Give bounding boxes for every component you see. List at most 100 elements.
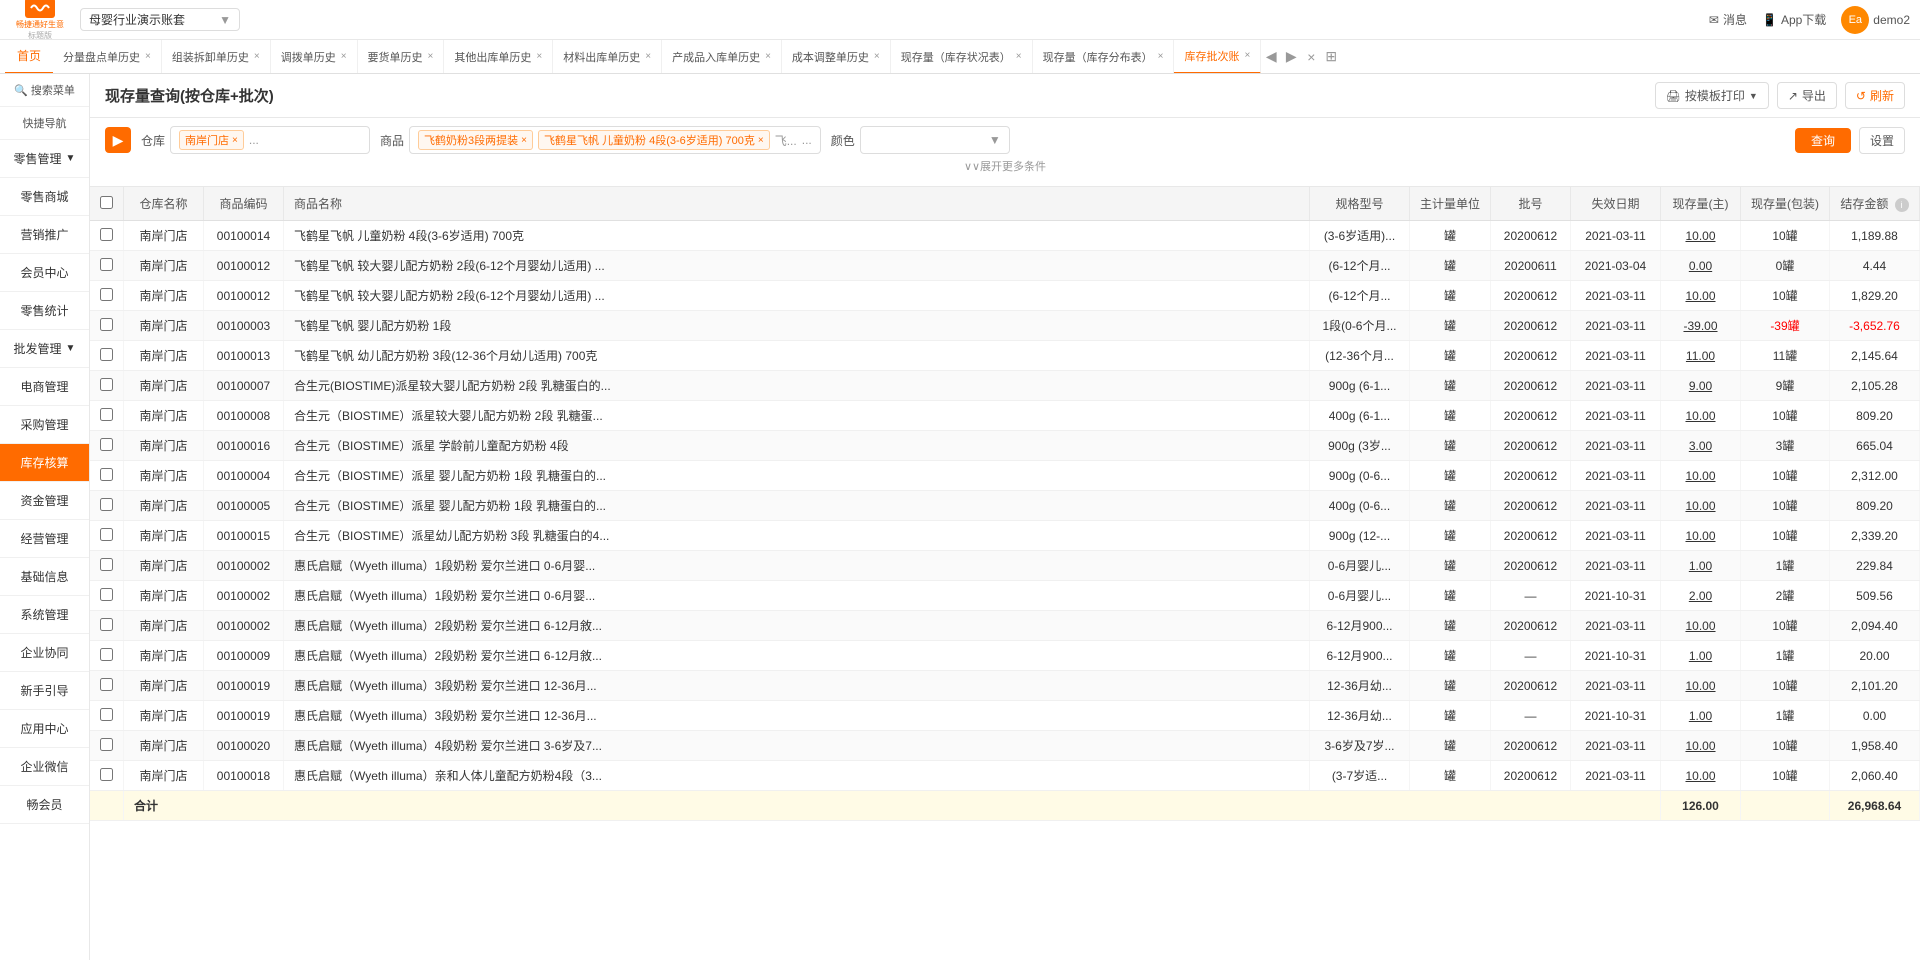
- row-checkbox-cell[interactable]: [90, 341, 124, 371]
- refresh-button[interactable]: ↺ 刷新: [1845, 82, 1905, 109]
- row-checkbox[interactable]: [100, 618, 113, 631]
- row-checkbox[interactable]: [100, 588, 113, 601]
- row-checkbox[interactable]: [100, 258, 113, 271]
- warehouse-tag-close[interactable]: ×: [232, 135, 238, 146]
- tab-8-close[interactable]: ×: [874, 51, 880, 62]
- row-checkbox[interactable]: [100, 558, 113, 571]
- row-qty-main[interactable]: 0.00: [1661, 251, 1741, 281]
- row-checkbox-cell[interactable]: [90, 401, 124, 431]
- row-checkbox[interactable]: [100, 228, 113, 241]
- select-all-checkbox[interactable]: [100, 196, 113, 209]
- tab-prev-btn[interactable]: ◀: [1261, 40, 1281, 74]
- row-checkbox-cell[interactable]: [90, 731, 124, 761]
- tab-11-close[interactable]: ×: [1244, 50, 1250, 61]
- row-qty-main[interactable]: 2.00: [1661, 581, 1741, 611]
- tab-5-close[interactable]: ×: [536, 51, 542, 62]
- row-checkbox-cell[interactable]: [90, 461, 124, 491]
- sidebar-item-retail-shop[interactable]: 零售商城: [0, 178, 89, 216]
- tab-4-close[interactable]: ×: [428, 51, 434, 62]
- row-checkbox-cell[interactable]: [90, 581, 124, 611]
- row-qty-main[interactable]: 10.00: [1661, 401, 1741, 431]
- row-qty-main[interactable]: 10.00: [1661, 491, 1741, 521]
- tab-10[interactable]: 现存量（库存分布表） ×: [1033, 40, 1175, 74]
- sidebar-search[interactable]: 🔍 搜索菜单: [0, 74, 89, 107]
- row-qty-main[interactable]: 1.00: [1661, 641, 1741, 671]
- tab-9[interactable]: 现存量（库存状况表） ×: [891, 40, 1033, 74]
- user-area[interactable]: Ea demo2: [1841, 6, 1910, 34]
- tab-home[interactable]: 首页: [5, 40, 53, 74]
- sidebar-item-system[interactable]: 系统管理: [0, 596, 89, 634]
- row-checkbox[interactable]: [100, 438, 113, 451]
- row-checkbox[interactable]: [100, 738, 113, 751]
- row-checkbox-cell[interactable]: [90, 551, 124, 581]
- sidebar-item-purchase[interactable]: 采购管理: [0, 406, 89, 444]
- row-qty-main[interactable]: 11.00: [1661, 341, 1741, 371]
- tab-close-all-btn[interactable]: ×: [1301, 40, 1321, 74]
- row-checkbox[interactable]: [100, 468, 113, 481]
- row-qty-main[interactable]: -39.00: [1661, 311, 1741, 341]
- tab-11[interactable]: 库存批次账 ×: [1174, 40, 1261, 74]
- expand-more-row[interactable]: ∨∨ 展开更多条件: [105, 154, 1905, 178]
- row-qty-main[interactable]: 10.00: [1661, 281, 1741, 311]
- row-checkbox[interactable]: [100, 768, 113, 781]
- message-btn[interactable]: ✉ 消息: [1709, 11, 1747, 28]
- tab-2-close[interactable]: ×: [254, 51, 260, 62]
- company-selector[interactable]: 母婴行业演示账套 ▼: [80, 8, 240, 31]
- row-qty-main[interactable]: 10.00: [1661, 761, 1741, 791]
- sidebar-item-collab[interactable]: 企业协同: [0, 634, 89, 672]
- row-checkbox-cell[interactable]: [90, 281, 124, 311]
- sidebar-item-inventory[interactable]: 库存核算: [0, 444, 89, 482]
- sidebar-item-retail-stats[interactable]: 零售统计: [0, 292, 89, 330]
- filter-expand-btn[interactable]: ▶: [105, 127, 131, 153]
- row-checkbox[interactable]: [100, 378, 113, 391]
- row-checkbox-cell[interactable]: [90, 641, 124, 671]
- col-checkbox[interactable]: [90, 187, 124, 221]
- sidebar-item-operation[interactable]: 经营管理: [0, 520, 89, 558]
- row-checkbox-cell[interactable]: [90, 221, 124, 251]
- print-button[interactable]: 🖨 按模板打印 ▼: [1655, 82, 1769, 109]
- tab-5[interactable]: 其他出库单历史 ×: [444, 40, 553, 74]
- row-qty-main[interactable]: 10.00: [1661, 521, 1741, 551]
- row-checkbox[interactable]: [100, 528, 113, 541]
- balance-info-icon[interactable]: i: [1895, 198, 1909, 212]
- row-qty-main[interactable]: 1.00: [1661, 551, 1741, 581]
- product-tag-area[interactable]: 飞鹤奶粉3段两提装 × 飞鹤星飞帆 儿童奶粉 4段(3-6岁适用) 700克 ×…: [409, 126, 821, 154]
- tab-7-close[interactable]: ×: [765, 51, 771, 62]
- warehouse-tag-area[interactable]: 南岸门店 × ...: [170, 126, 370, 154]
- row-checkbox-cell[interactable]: [90, 671, 124, 701]
- sidebar-item-guide[interactable]: 新手引导: [0, 672, 89, 710]
- sidebar-item-wholesale[interactable]: 批发管理 ▼: [0, 330, 89, 368]
- sidebar-item-finance[interactable]: 资金管理: [0, 482, 89, 520]
- tab-8[interactable]: 成本调整单历史 ×: [782, 40, 891, 74]
- tab-9-close[interactable]: ×: [1016, 51, 1022, 62]
- row-checkbox-cell[interactable]: [90, 611, 124, 641]
- tab-4[interactable]: 要货单历史 ×: [358, 40, 445, 74]
- row-checkbox-cell[interactable]: [90, 371, 124, 401]
- app-download-btn[interactable]: 📱 App下载: [1762, 11, 1826, 28]
- row-qty-main[interactable]: 10.00: [1661, 731, 1741, 761]
- sidebar-item-marketing[interactable]: 营销推广: [0, 216, 89, 254]
- row-qty-main[interactable]: 3.00: [1661, 431, 1741, 461]
- sidebar-item-member[interactable]: 会员中心: [0, 254, 89, 292]
- tab-10-close[interactable]: ×: [1158, 51, 1164, 62]
- row-checkbox[interactable]: [100, 288, 113, 301]
- row-checkbox-cell[interactable]: [90, 431, 124, 461]
- row-qty-main[interactable]: 10.00: [1661, 461, 1741, 491]
- tab-next-btn[interactable]: ▶: [1281, 40, 1301, 74]
- export-button[interactable]: ↗ 导出: [1777, 82, 1837, 109]
- product-tag-0-close[interactable]: ×: [521, 135, 527, 146]
- row-checkbox-cell[interactable]: [90, 761, 124, 791]
- sidebar-item-changhui[interactable]: 畅会员: [0, 786, 89, 824]
- sidebar-item-apps[interactable]: 应用中心: [0, 710, 89, 748]
- row-qty-main[interactable]: 1.00: [1661, 701, 1741, 731]
- row-checkbox-cell[interactable]: [90, 251, 124, 281]
- row-qty-main[interactable]: 9.00: [1661, 371, 1741, 401]
- tab-3-close[interactable]: ×: [341, 51, 347, 62]
- tab-expand-btn[interactable]: ⊞: [1321, 40, 1341, 74]
- tab-6[interactable]: 材料出库单历史 ×: [553, 40, 662, 74]
- tab-2[interactable]: 组装拆卸单历史 ×: [162, 40, 271, 74]
- row-checkbox-cell[interactable]: [90, 491, 124, 521]
- row-checkbox[interactable]: [100, 318, 113, 331]
- sidebar-item-ecommerce[interactable]: 电商管理: [0, 368, 89, 406]
- tab-1[interactable]: 分量盘点单历史 ×: [53, 40, 162, 74]
